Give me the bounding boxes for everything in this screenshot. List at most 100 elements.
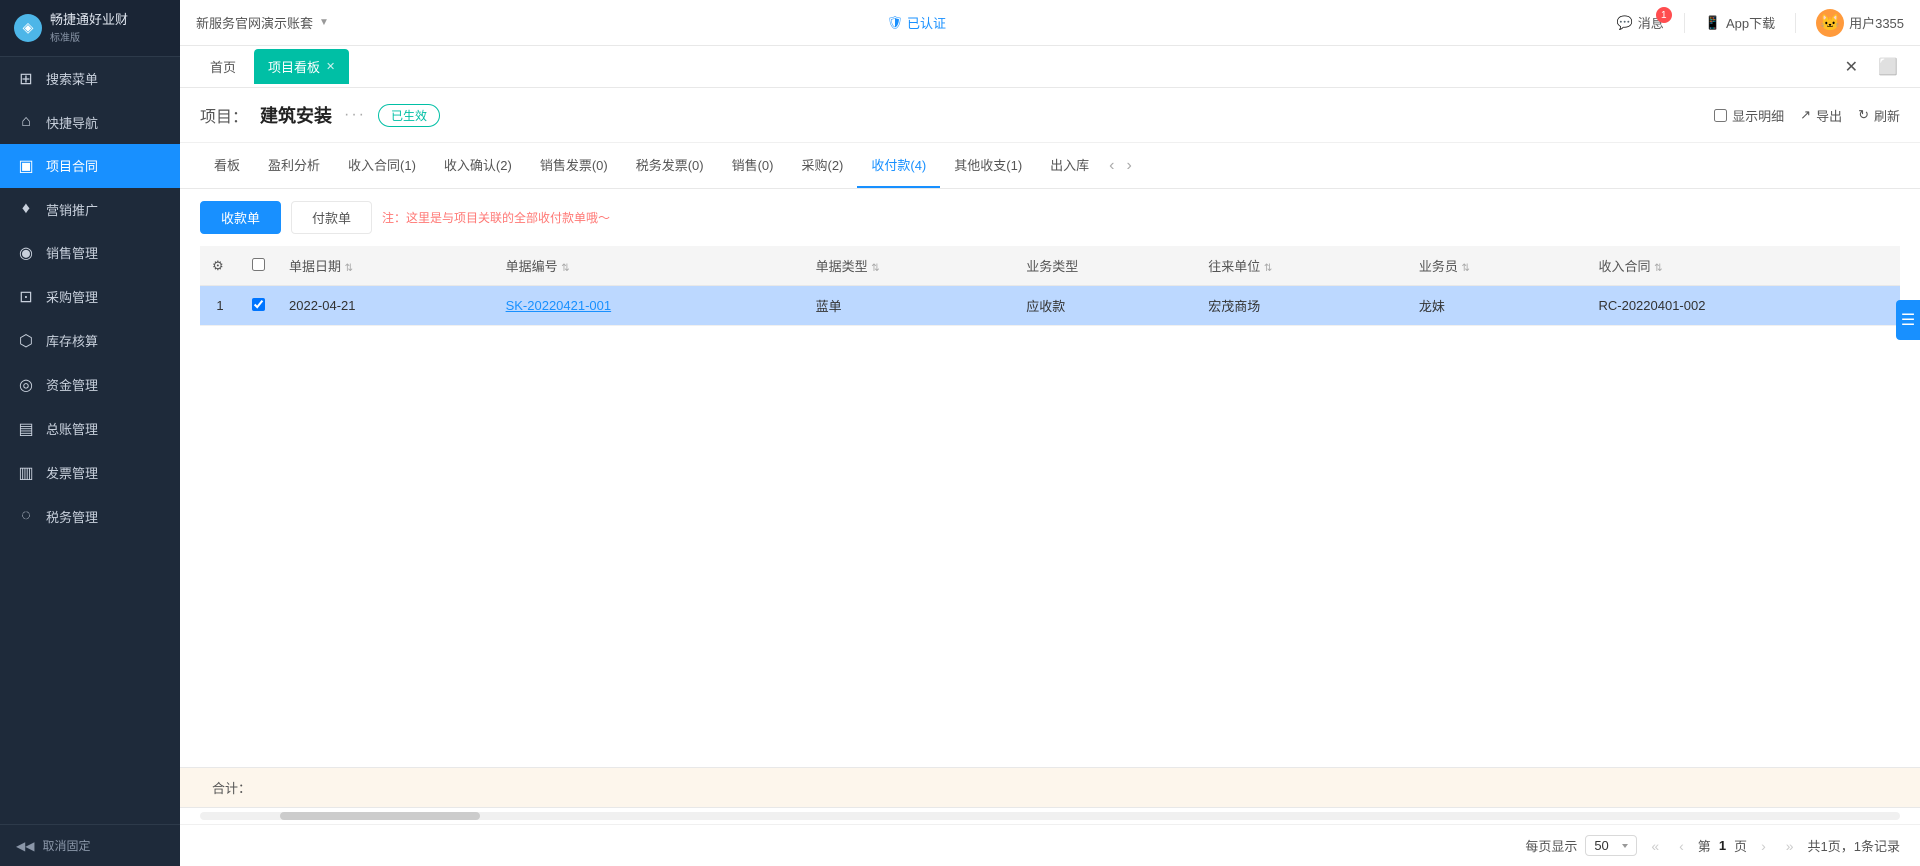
sidebar-item-tax-mgmt[interactable]: ◌ 税务管理 — [0, 495, 180, 538]
verified-badge: 🛡 已认证 — [887, 13, 947, 32]
project-status-badge: 已生效 — [378, 104, 440, 127]
table-wrapper: ⚙ 单据日期 ⇅ 单据编号 ⇅ — [180, 246, 1920, 767]
sales-mgmt-icon: ◉ — [16, 243, 36, 263]
row-checkbox[interactable] — [252, 298, 265, 311]
col-date: 单据日期 ⇅ — [277, 246, 494, 286]
sidebar-logo: ◈ 畅捷通好业财 标准版 — [0, 0, 180, 57]
sub-tab-income-contract[interactable]: 收入合同(1) — [334, 143, 430, 188]
sidebar-item-purchase-mgmt[interactable]: ⊡ 采购管理 — [0, 275, 180, 319]
sidebar-item-inventory[interactable]: ⬡ 库存核算 — [0, 319, 180, 363]
page-content: 项目： 建筑安装 ··· 已生效 显示明细 ↗ 导出 ↻ 刷新 — [180, 88, 1920, 866]
phone-icon: 📱 — [1705, 15, 1721, 31]
project-more-button[interactable]: ··· — [344, 106, 366, 124]
total-pages-label: 共1页，1条记录 — [1808, 836, 1900, 855]
project-name: 建筑安装 — [260, 102, 332, 128]
sub-tab-receipt[interactable]: 收付款(4) — [857, 143, 940, 188]
first-page-button[interactable]: « — [1645, 836, 1665, 856]
col-biz-type: 业务类型 — [1014, 246, 1196, 286]
sidebar-item-search[interactable]: ⊞ 搜索菜单 — [0, 57, 180, 101]
account-name: 新服务官网演示账套 — [196, 13, 313, 32]
refresh-button[interactable]: ↻ 刷新 — [1858, 106, 1900, 125]
show-detail-checkbox[interactable]: 显示明细 — [1714, 106, 1784, 125]
sort-icon-number[interactable]: ⇅ — [561, 263, 569, 274]
sub-tab-in-out[interactable]: 出入库 — [1036, 143, 1103, 188]
sort-icon-date[interactable]: ⇅ — [345, 263, 353, 274]
col-counterpart: 往来单位 ⇅ — [1196, 246, 1407, 286]
sub-tabs-next-arrow[interactable]: › — [1121, 157, 1138, 175]
sub-tabs-prev-arrow[interactable]: ‹ — [1103, 157, 1120, 175]
scrollbar-thumb[interactable] — [280, 812, 480, 820]
row-check[interactable] — [240, 286, 277, 326]
row-index: 1 — [200, 286, 240, 326]
content-tabs: 收款单 付款单 注：这里是与项目关联的全部收付款单哦～ — [180, 189, 1920, 246]
last-page-button[interactable]: » — [1780, 836, 1800, 856]
tab-project-board[interactable]: 项目看板 ✕ — [254, 49, 349, 84]
sidebar-item-marketing[interactable]: ♦ 营销推广 — [0, 188, 180, 231]
tab-home[interactable]: 首页 — [196, 49, 250, 84]
table-gear-header[interactable]: ⚙ — [200, 246, 240, 286]
quick-nav-icon: ⌂ — [16, 113, 36, 131]
sub-tab-other-income[interactable]: 其他收支(1) — [940, 143, 1036, 188]
sub-tab-tax-invoice[interactable]: 税务发票(0) — [622, 143, 718, 188]
user-avatar: 🐱 — [1816, 9, 1844, 37]
col-type: 单据类型 ⇅ — [804, 246, 1015, 286]
sort-icon-counterpart[interactable]: ⇅ — [1264, 263, 1272, 274]
top-header: 新服务官网演示账套 ▼ 🛡 已认证 💬 消息 1 📱 App下载 🐱 用户335… — [180, 0, 1920, 46]
row-type: 蓝单 — [804, 286, 1015, 326]
sort-icon-type[interactable]: ⇅ — [871, 263, 879, 274]
col-income-contract: 收入合同 ⇅ — [1586, 246, 1900, 286]
header-divider-2 — [1795, 13, 1796, 33]
sub-tab-board[interactable]: 看板 — [200, 143, 254, 188]
content-tab-payment[interactable]: 付款单 — [291, 201, 372, 234]
project-contract-icon: ▣ — [16, 156, 36, 176]
show-detail-input[interactable] — [1714, 109, 1727, 122]
row-number[interactable]: SK-20220421-001 — [494, 286, 804, 326]
sort-icon-salesperson[interactable]: ⇅ — [1462, 263, 1470, 274]
scrollbar-area[interactable] — [180, 808, 1920, 824]
sidebar-item-project-contract[interactable]: ▣ 项目合同 — [0, 144, 180, 188]
message-button[interactable]: 💬 消息 1 — [1617, 13, 1664, 32]
sidebar-item-quick-nav[interactable]: ⌂ 快捷导航 — [0, 101, 180, 144]
tab-bar-actions: ✕ ⬜ — [1839, 55, 1904, 79]
sub-tab-profit[interactable]: 盈利分析 — [254, 143, 334, 188]
next-page-button[interactable]: › — [1755, 836, 1772, 856]
right-panel-toggle[interactable]: ☰ — [1896, 300, 1920, 340]
per-page-select[interactable]: 50 100 200 — [1585, 835, 1637, 856]
user-button[interactable]: 🐱 用户3355 — [1816, 9, 1904, 37]
prev-page-button[interactable]: ‹ — [1673, 836, 1690, 856]
sort-icon-income-contract[interactable]: ⇅ — [1654, 263, 1662, 274]
sub-tabs: 看板 盈利分析 收入合同(1) 收入确认(2) 销售发票(0) 税务发票(0) … — [180, 143, 1920, 189]
app-download-button[interactable]: 📱 App下载 — [1705, 13, 1775, 32]
row-income-contract: RC-20220401-002 — [1586, 286, 1900, 326]
tab-close-icon[interactable]: ✕ — [326, 60, 335, 73]
horizontal-scrollbar[interactable] — [200, 812, 1900, 820]
sub-tab-purchase[interactable]: 采购(2) — [787, 143, 857, 188]
sidebar: ◈ 畅捷通好业财 标准版 ⊞ 搜索菜单 ⌂ 快捷导航 ▣ 项目合同 ♦ 营销推广… — [0, 0, 180, 866]
unpin-icon: ◀◀ — [16, 839, 34, 853]
row-salesperson: 龙妹 — [1407, 286, 1587, 326]
col-salesperson: 业务员 ⇅ — [1407, 246, 1587, 286]
content-tab-receipt[interactable]: 收款单 — [200, 201, 281, 234]
account-dropdown-icon: ▼ — [319, 17, 329, 28]
total-label: 合计： — [212, 781, 251, 796]
tab-close-button[interactable]: ✕ — [1839, 55, 1864, 79]
purchase-mgmt-icon: ⊡ — [16, 287, 36, 307]
sidebar-unpin-button[interactable]: ◀◀ 取消固定 — [0, 824, 180, 866]
tab-bar: 首页 项目看板 ✕ ✕ ⬜ — [180, 46, 1920, 88]
sidebar-item-invoice-mgmt[interactable]: ▥ 发票管理 — [0, 451, 180, 495]
row-date: 2022-04-21 — [277, 286, 494, 326]
account-selector[interactable]: 新服务官网演示账套 ▼ — [196, 13, 867, 32]
sub-tab-income-confirm[interactable]: 收入确认(2) — [430, 143, 526, 188]
table-check-header[interactable] — [240, 246, 277, 286]
tab-expand-button[interactable]: ⬜ — [1872, 55, 1904, 79]
sub-tab-sales-invoice[interactable]: 销售发票(0) — [526, 143, 622, 188]
header-right: 💬 消息 1 📱 App下载 🐱 用户3355 — [1617, 9, 1904, 37]
app-logo-text: 畅捷通好业财 标准版 — [50, 12, 128, 44]
select-all-checkbox[interactable] — [252, 258, 265, 271]
sidebar-item-general-ledger[interactable]: ▤ 总账管理 — [0, 407, 180, 451]
gear-icon[interactable]: ⚙ — [212, 258, 224, 273]
export-button[interactable]: ↗ 导出 — [1800, 106, 1842, 125]
sidebar-item-capital-mgmt[interactable]: ◎ 资金管理 — [0, 363, 180, 407]
sidebar-item-sales-mgmt[interactable]: ◉ 销售管理 — [0, 231, 180, 275]
sub-tab-sales[interactable]: 销售(0) — [718, 143, 788, 188]
